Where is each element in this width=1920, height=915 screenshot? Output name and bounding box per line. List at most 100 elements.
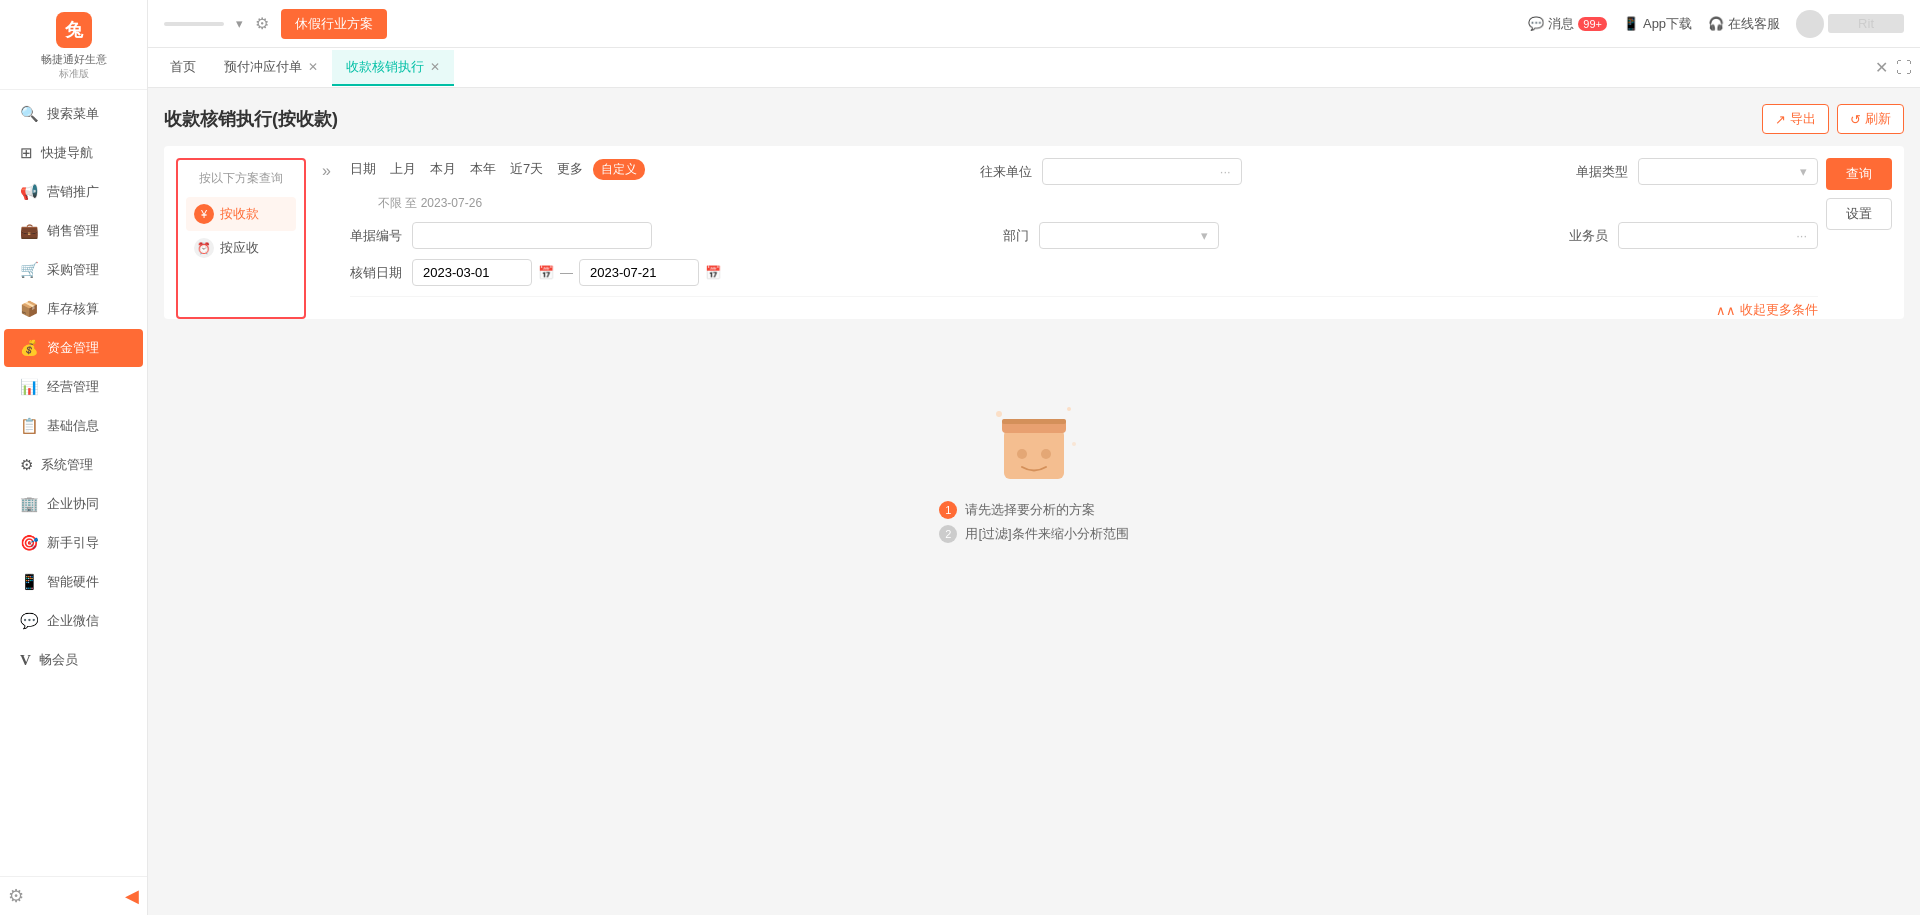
date-label: 日期 bbox=[350, 160, 380, 178]
app-download-btn[interactable]: 📱 App下载 bbox=[1623, 15, 1692, 33]
svg-rect-2 bbox=[1002, 419, 1066, 424]
online-service-btn[interactable]: 🎧 在线客服 bbox=[1708, 15, 1780, 33]
sidebar-item-operations[interactable]: 📊 经营管理 bbox=[4, 368, 143, 406]
maximize-btn[interactable]: ⛶ bbox=[1896, 59, 1912, 77]
sidebar-item-inventory[interactable]: 📦 库存核算 bbox=[4, 290, 143, 328]
member-icon: V bbox=[20, 652, 31, 669]
sidebar-item-label: 基础信息 bbox=[47, 417, 99, 435]
dept-select[interactable]: ▾ bbox=[1039, 222, 1219, 249]
topbar-left: ▾ ⚙ 休假行业方案 bbox=[164, 9, 387, 39]
tab-home-label: 首页 bbox=[170, 58, 196, 76]
svg-point-6 bbox=[1067, 407, 1071, 411]
sidebar-item-label: 快捷导航 bbox=[41, 144, 93, 162]
message-btn[interactable]: 💬 消息 99+ bbox=[1528, 15, 1607, 33]
staff-input[interactable]: ··· bbox=[1618, 222, 1818, 249]
calendar-start-icon[interactable]: 📅 bbox=[538, 265, 554, 280]
sidebar-item-quicknav[interactable]: ⊞ 快捷导航 bbox=[4, 134, 143, 172]
filter-option-receipt-label: 按收款 bbox=[220, 205, 259, 223]
sidebar-item-finance[interactable]: 💰 资金管理 bbox=[4, 329, 143, 367]
collapse-sidebar-btn[interactable]: ◀ bbox=[125, 885, 139, 907]
tab-collection[interactable]: 收款核销执行 ✕ bbox=[332, 50, 454, 86]
sidebar-item-purchase[interactable]: 🛒 采购管理 bbox=[4, 251, 143, 289]
doc-no-label: 单据编号 bbox=[350, 227, 406, 245]
tab-prepay-label: 预付冲应付单 bbox=[224, 58, 302, 76]
receivable-icon: ⏰ bbox=[194, 238, 214, 258]
message-label: 消息 bbox=[1548, 15, 1574, 33]
sidebar-item-label: 搜索菜单 bbox=[47, 105, 99, 123]
empty-hint-2: 2 用[过滤]条件来缩小分析范围 bbox=[939, 525, 1128, 543]
date-last-month[interactable]: 上月 bbox=[386, 158, 420, 180]
sidebar-item-wechat[interactable]: 💬 企业微信 bbox=[4, 602, 143, 640]
close-all-tabs-btn[interactable]: ✕ bbox=[1875, 58, 1888, 77]
refresh-button[interactable]: ↺ 刷新 bbox=[1837, 104, 1904, 134]
sidebar-item-label: 新手引导 bbox=[47, 534, 99, 552]
sales-icon: 💼 bbox=[20, 222, 39, 240]
date-this-year[interactable]: 本年 bbox=[466, 158, 500, 180]
sidebar-item-system[interactable]: ⚙ 系统管理 bbox=[4, 446, 143, 484]
collapse-more-label: 收起更多条件 bbox=[1740, 301, 1818, 319]
filter-option-by-receivable[interactable]: ⏰ 按应收 bbox=[186, 231, 296, 265]
sidebar-item-member[interactable]: V 畅会员 bbox=[4, 641, 143, 679]
hardware-icon: 📱 bbox=[20, 573, 39, 591]
hint-text-2: 用[过滤]条件来缩小分析范围 bbox=[965, 525, 1128, 543]
page-title: 收款核销执行(按收款) bbox=[164, 107, 338, 131]
sidebar-item-label: 企业微信 bbox=[47, 612, 99, 630]
tab-prepay-close[interactable]: ✕ bbox=[308, 60, 318, 74]
sidebar-item-basic-info[interactable]: 📋 基础信息 bbox=[4, 407, 143, 445]
date-more[interactable]: 更多 bbox=[553, 158, 587, 180]
sidebar-item-hardware[interactable]: 📱 智能硬件 bbox=[4, 563, 143, 601]
export-icon: ↗ bbox=[1775, 112, 1786, 127]
collapse-more-btn[interactable]: ∧∧ 收起更多条件 bbox=[1716, 301, 1818, 319]
online-service-label: 在线客服 bbox=[1728, 15, 1780, 33]
message-icon: 💬 bbox=[1528, 16, 1544, 31]
query-button[interactable]: 查询 bbox=[1826, 158, 1892, 190]
logo-area: 兔 畅捷通好生意 标准版 bbox=[0, 0, 147, 90]
gear-settings-icon[interactable]: ⚙ bbox=[255, 14, 269, 33]
filter-panel-title: 按以下方案查询 bbox=[186, 170, 296, 187]
purchase-icon: 🛒 bbox=[20, 261, 39, 279]
tab-home[interactable]: 首页 bbox=[156, 50, 210, 86]
doc-type-label: 单据类型 bbox=[1576, 163, 1632, 181]
sidebar-item-guide[interactable]: 🎯 新手引导 bbox=[4, 524, 143, 562]
user-area[interactable]: Rit bbox=[1796, 10, 1904, 38]
filter-option-by-receipt[interactable]: ¥ 按收款 bbox=[186, 197, 296, 231]
settings-button[interactable]: 设置 bbox=[1826, 198, 1892, 230]
date-this-month[interactable]: 本月 bbox=[426, 158, 460, 180]
date-custom-tag[interactable]: 自定义 bbox=[593, 159, 645, 180]
sidebar-item-label: 系统管理 bbox=[41, 456, 93, 474]
counterpart-input[interactable]: ··· bbox=[1042, 158, 1242, 185]
tab-collection-close[interactable]: ✕ bbox=[430, 60, 440, 74]
tabs-actions: ✕ ⛶ bbox=[1875, 58, 1912, 77]
sidebar-item-sales[interactable]: 💼 销售管理 bbox=[4, 212, 143, 250]
doc-no-input[interactable] bbox=[412, 222, 652, 249]
app-version: 标准版 bbox=[59, 67, 89, 81]
tabs-bar: 首页 预付冲应付单 ✕ 收款核销执行 ✕ ✕ ⛶ bbox=[148, 48, 1920, 88]
solution-button[interactable]: 休假行业方案 bbox=[281, 9, 387, 39]
date-last-7days[interactable]: 近7天 bbox=[506, 158, 547, 180]
dropdown-chevron-icon[interactable]: ▾ bbox=[236, 16, 243, 31]
doc-type-select[interactable]: ▾ bbox=[1638, 158, 1818, 185]
verify-date-label: 核销日期 bbox=[350, 264, 406, 282]
sidebar-item-marketing[interactable]: 📢 营销推广 bbox=[4, 173, 143, 211]
verify-date-start[interactable] bbox=[412, 259, 532, 286]
dept-chevron-icon: ▾ bbox=[1201, 228, 1208, 243]
export-button[interactable]: ↗ 导出 bbox=[1762, 104, 1829, 134]
sidebar-item-label: 营销推广 bbox=[47, 183, 99, 201]
hint-text-1: 请先选择要分析的方案 bbox=[965, 501, 1095, 519]
sidebar-nav: 🔍 搜索菜单 ⊞ 快捷导航 📢 营销推广 💼 销售管理 🛒 采购管理 📦 库存核… bbox=[0, 90, 147, 876]
tab-prepay[interactable]: 预付冲应付单 ✕ bbox=[210, 50, 332, 86]
counterpart-label: 往来单位 bbox=[980, 163, 1036, 181]
settings-icon[interactable]: ⚙ bbox=[8, 885, 24, 907]
sidebar: 兔 畅捷通好生意 标准版 🔍 搜索菜单 ⊞ 快捷导航 📢 营销推广 💼 销售管理… bbox=[0, 0, 148, 915]
filter-collapse-btn[interactable]: » bbox=[322, 162, 342, 180]
sidebar-bottom: ⚙ ◀ bbox=[0, 876, 147, 915]
service-icon: 🎧 bbox=[1708, 16, 1724, 31]
verify-date-end[interactable] bbox=[579, 259, 699, 286]
sidebar-item-search[interactable]: 🔍 搜索菜单 bbox=[4, 95, 143, 133]
empty-hint-1: 1 请先选择要分析的方案 bbox=[939, 501, 1128, 519]
page-actions: ↗ 导出 ↺ 刷新 bbox=[1762, 104, 1904, 134]
page-header: 收款核销执行(按收款) ↗ 导出 ↺ 刷新 bbox=[164, 104, 1904, 134]
svg-point-5 bbox=[996, 411, 1002, 417]
sidebar-item-collab[interactable]: 🏢 企业协同 bbox=[4, 485, 143, 523]
calendar-end-icon[interactable]: 📅 bbox=[705, 265, 721, 280]
